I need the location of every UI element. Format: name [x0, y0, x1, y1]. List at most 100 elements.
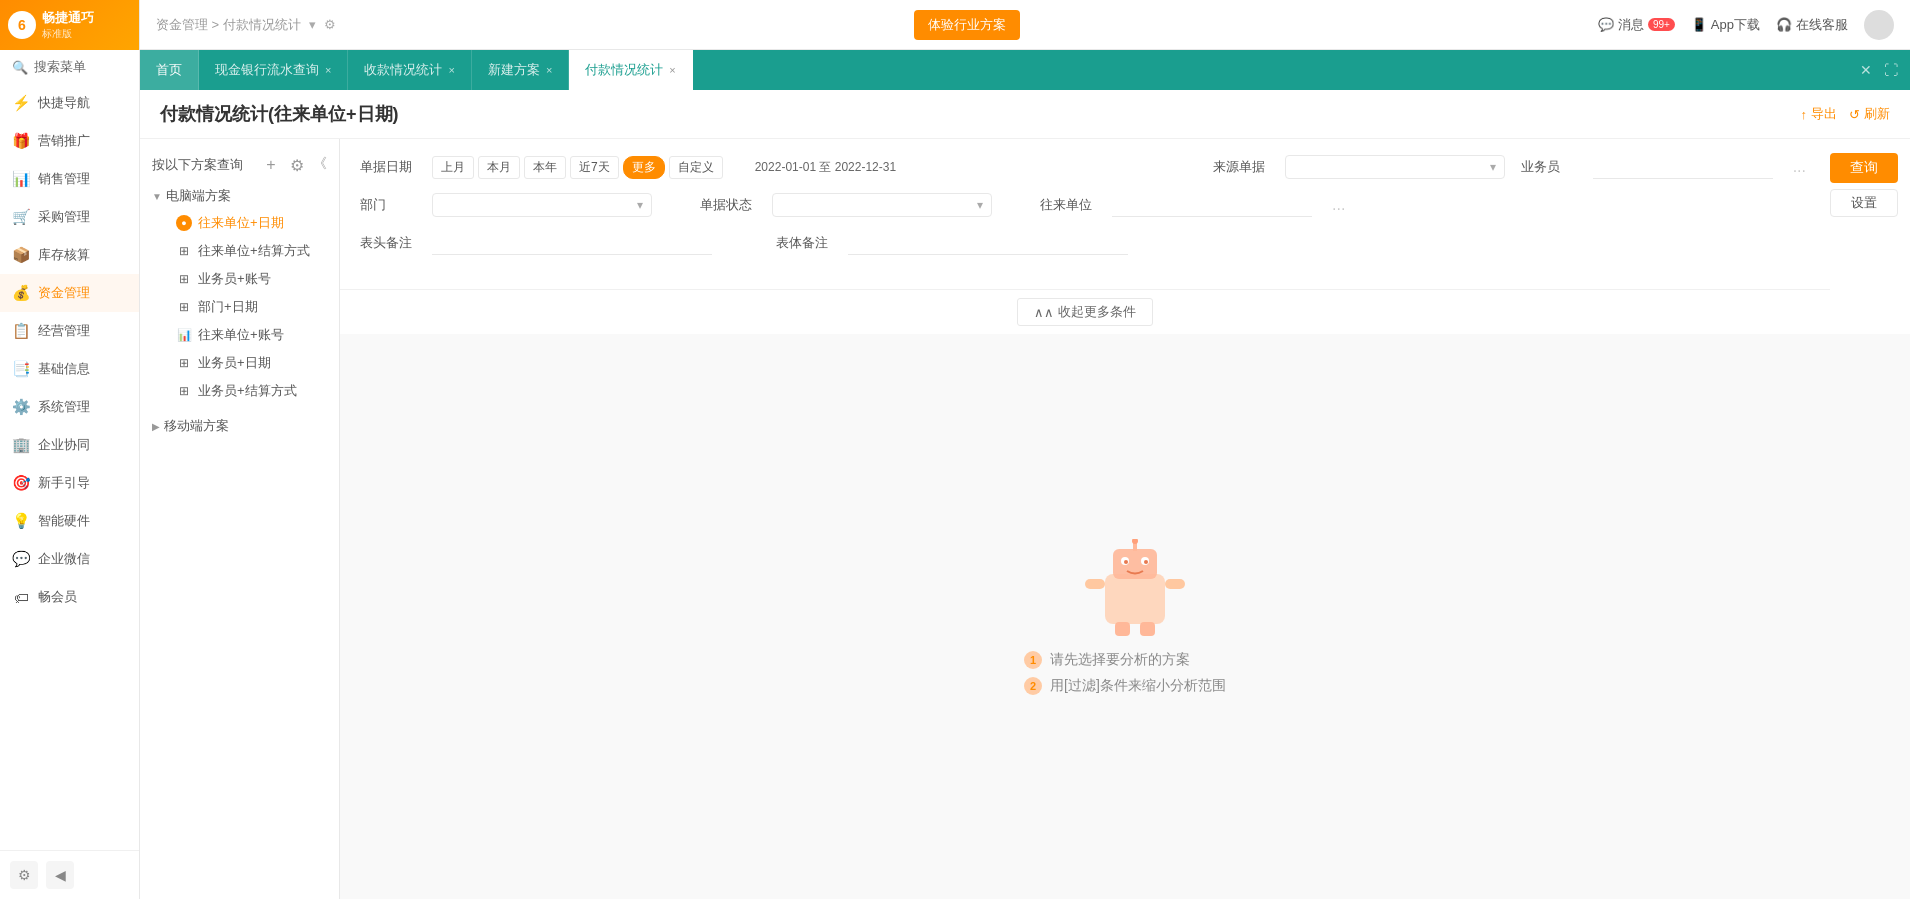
scheme-item-staff-account[interactable]: ⊞ 业务员+账号 [168, 265, 327, 293]
enterprise-label: 企业协同 [38, 436, 90, 454]
system-label: 系统管理 [38, 398, 90, 416]
query-btn[interactable]: 查询 [1830, 153, 1898, 183]
date-btn-this-year[interactable]: 本年 [524, 156, 566, 179]
user-avatar[interactable] [1864, 10, 1894, 40]
status-select[interactable]: ▾ [772, 193, 992, 217]
footer-collapse-btn[interactable]: ◀ [46, 861, 74, 889]
scheme-item-table-icon-2: ⊞ [176, 271, 192, 287]
status-label: 单据状态 [700, 196, 756, 214]
scheme-item-partner-account[interactable]: 📊 往来单位+账号 [168, 321, 327, 349]
table-body-input[interactable] [848, 231, 1128, 255]
hardware-label: 智能硬件 [38, 512, 90, 530]
window-close-btn[interactable]: ✕ [1860, 62, 1872, 78]
wechat-label: 企业微信 [38, 550, 90, 568]
tab-cashflow-close[interactable]: × [325, 64, 331, 76]
svg-point-6 [1124, 560, 1128, 564]
sidebar-item-basic[interactable]: 📑 基础信息 [0, 350, 139, 388]
tip1-num: 1 [1024, 651, 1042, 669]
date-btn-last-month[interactable]: 上月 [432, 156, 474, 179]
date-btn-more[interactable]: 更多 [623, 156, 665, 179]
table-head-input[interactable] [432, 231, 712, 255]
operation-icon: 📋 [12, 322, 30, 340]
guide-label: 新手引导 [38, 474, 90, 492]
collapse-label: 收起更多条件 [1058, 303, 1136, 321]
desktop-category-header[interactable]: ▼ 电脑端方案 [152, 187, 327, 205]
sidebar-item-member[interactable]: 🏷 畅会员 [0, 578, 139, 616]
staff-dots-btn[interactable]: ... [1789, 158, 1810, 176]
inventory-label: 库存核算 [38, 246, 90, 264]
online-service-label: 在线客服 [1796, 16, 1848, 34]
svg-rect-9 [1165, 579, 1185, 589]
scheme-item-partner-date[interactable]: ● 往来单位+日期 [168, 209, 327, 237]
sales-label: 销售管理 [38, 170, 90, 188]
date-btn-this-month[interactable]: 本月 [478, 156, 520, 179]
scheme-panel-collapse-btn[interactable]: 《 [313, 155, 327, 175]
tab-collection[interactable]: 收款情况统计 × [348, 50, 471, 90]
page-header: 付款情况统计(往来单位+日期) ↑ 导出 ↺ 刷新 [140, 90, 1910, 139]
topbar-settings-icon[interactable]: ⚙ [324, 17, 336, 32]
scheme-item-staff-account-label: 业务员+账号 [198, 270, 271, 288]
tab-home[interactable]: 首页 [140, 50, 199, 90]
svg-rect-0 [1105, 574, 1165, 624]
refresh-btn[interactable]: ↺ 刷新 [1849, 105, 1890, 123]
table-head-label: 表头备注 [360, 234, 416, 252]
sidebar-item-wechat[interactable]: 💬 企业微信 [0, 540, 139, 578]
scheme-item-dept-date[interactable]: ⊞ 部门+日期 [168, 293, 327, 321]
tab-spacer [693, 50, 1848, 90]
tab-payment-stat-close[interactable]: × [669, 64, 675, 76]
scheme-item-partner-settle[interactable]: ⊞ 往来单位+结算方式 [168, 237, 327, 265]
sidebar-item-hardware[interactable]: 💡 智能硬件 [0, 502, 139, 540]
date-btn-custom[interactable]: 自定义 [669, 156, 723, 179]
tab-cashflow[interactable]: 现金银行流水查询 × [199, 50, 348, 90]
page-title: 付款情况统计(往来单位+日期) [160, 102, 399, 126]
partner-dots-btn[interactable]: ... [1328, 196, 1349, 214]
tab-collection-close[interactable]: × [448, 64, 454, 76]
scheme-item-staff-date[interactable]: ⊞ 业务员+日期 [168, 349, 327, 377]
app-download-label: App下载 [1711, 16, 1760, 34]
scheme-add-btn[interactable]: + [261, 155, 281, 175]
sidebar-item-inventory[interactable]: 📦 库存核算 [0, 236, 139, 274]
sidebar-item-system[interactable]: ⚙️ 系统管理 [0, 388, 139, 426]
logo-text-block: 畅捷通巧 标准版 [42, 9, 94, 41]
date-label: 单据日期 [360, 158, 416, 176]
filter-settings-btn[interactable]: 设置 [1830, 189, 1898, 217]
scheme-settings-btn[interactable]: ⚙ [287, 155, 307, 175]
search-menu[interactable]: 🔍 搜索菜单 [0, 50, 139, 84]
trial-btn[interactable]: 体验行业方案 [914, 10, 1020, 40]
sales-icon: 📊 [12, 170, 30, 188]
empty-tip-1: 1 请先选择要分析的方案 [1024, 651, 1226, 669]
tab-new-plan-close[interactable]: × [546, 64, 552, 76]
footer-settings-btn[interactable]: ⚙ [10, 861, 38, 889]
message-label: 消息 [1618, 16, 1644, 34]
mobile-category-label: 移动端方案 [164, 417, 229, 435]
tab-new-plan[interactable]: 新建方案 × [472, 50, 569, 90]
basic-icon: 📑 [12, 360, 30, 378]
online-service-item[interactable]: 🎧 在线客服 [1776, 16, 1848, 34]
staff-input[interactable] [1593, 155, 1773, 179]
member-icon: 🏷 [12, 588, 30, 606]
sidebar-item-marketing[interactable]: 🎁 营销推广 [0, 122, 139, 160]
message-badge: 99+ [1648, 18, 1675, 31]
sidebar-item-enterprise[interactable]: 🏢 企业协同 [0, 426, 139, 464]
scheme-item-staff-settle[interactable]: ⊞ 业务员+结算方式 [168, 377, 327, 405]
date-btn-7days[interactable]: 近7天 [570, 156, 619, 179]
sidebar-item-guide[interactable]: 🎯 新手引导 [0, 464, 139, 502]
tab-payment-stat[interactable]: 付款情况统计 × [569, 50, 692, 90]
collapse-btn[interactable]: ∧∧ 收起更多条件 [1017, 298, 1153, 326]
export-btn[interactable]: ↑ 导出 [1801, 105, 1838, 123]
app-download-item[interactable]: 📱 App下载 [1691, 16, 1760, 34]
sidebar-item-sales[interactable]: 📊 销售管理 [0, 160, 139, 198]
dropdown-arrow-icon[interactable]: ▾ [309, 17, 316, 32]
mobile-category-header[interactable]: ▶ 移动端方案 [152, 417, 327, 435]
sidebar-item-quicknav[interactable]: ⚡ 快捷导航 [0, 84, 139, 122]
scheme-item-chart-icon: 📊 [176, 327, 192, 343]
sidebar-item-capital[interactable]: 💰 资金管理 [0, 274, 139, 312]
source-select[interactable]: ▾ [1285, 155, 1505, 179]
partner-input[interactable] [1112, 193, 1312, 217]
phone-icon: 📱 [1691, 17, 1707, 32]
message-item[interactable]: 💬 消息 99+ [1598, 16, 1675, 34]
dept-select[interactable]: ▾ [432, 193, 652, 217]
window-expand-btn[interactable]: ⛶ [1884, 62, 1898, 78]
sidebar-item-operation[interactable]: 📋 经营管理 [0, 312, 139, 350]
sidebar-item-purchase[interactable]: 🛒 采购管理 [0, 198, 139, 236]
